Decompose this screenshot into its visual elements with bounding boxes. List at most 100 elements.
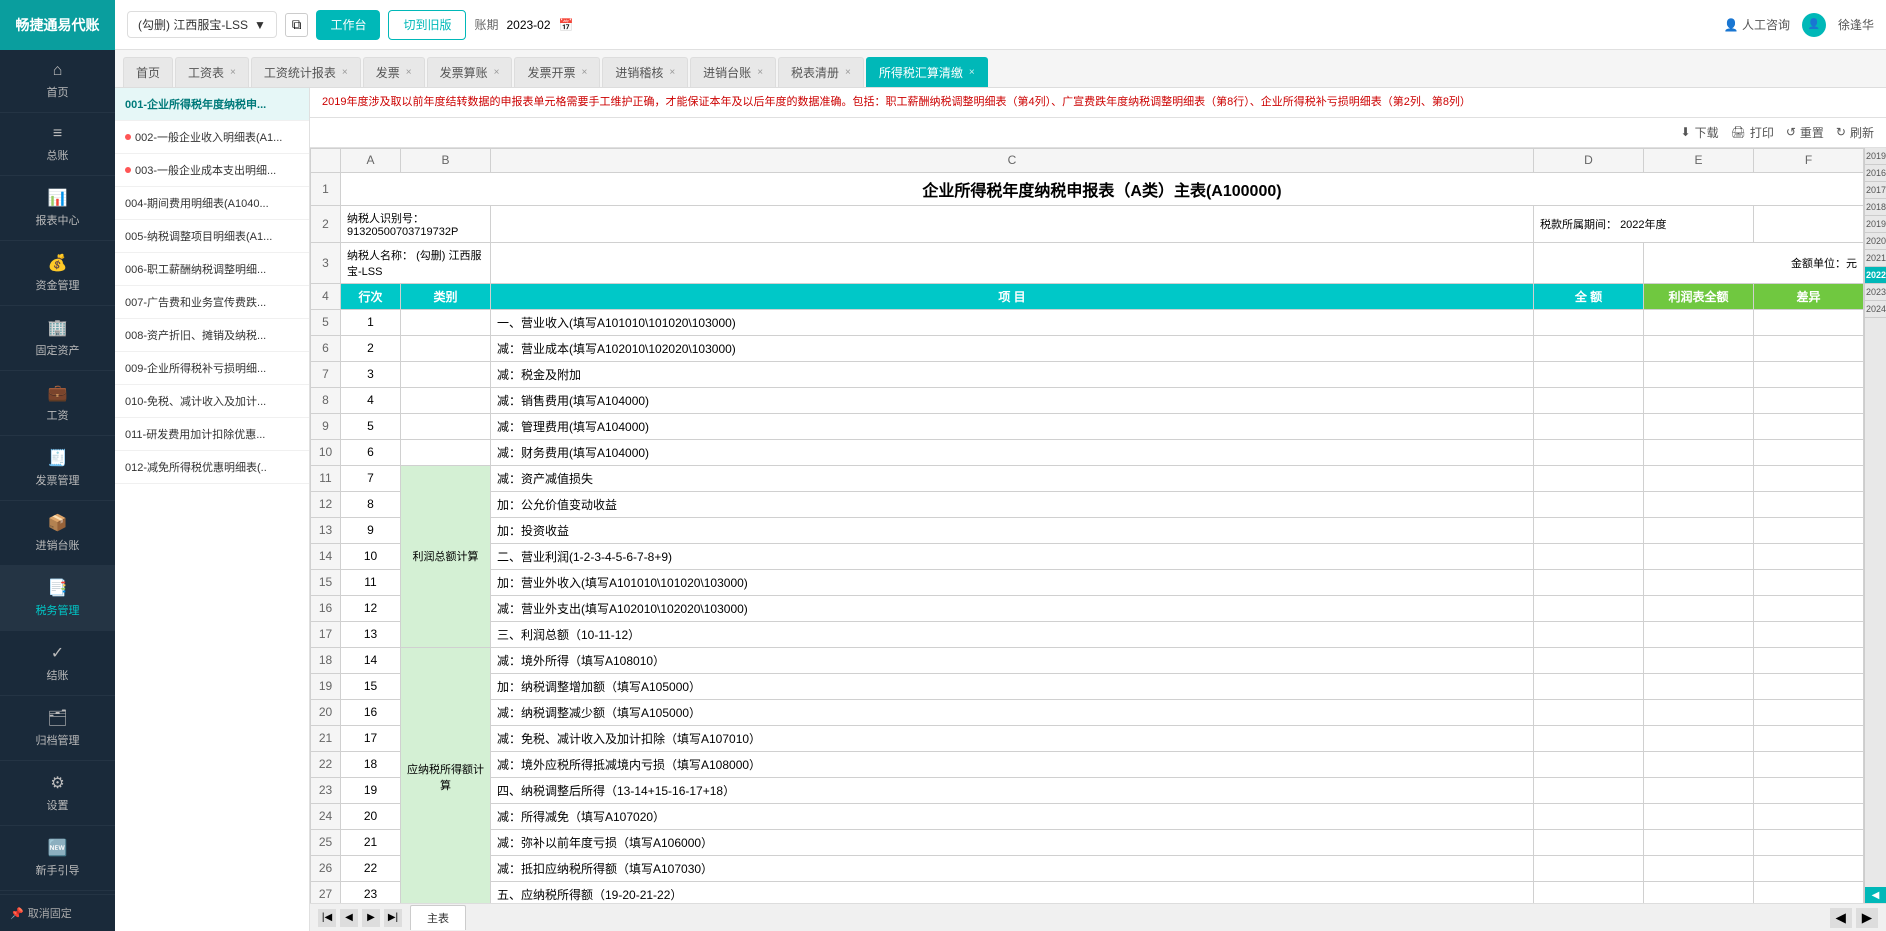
tab-invoice-close[interactable]: × [406,67,412,78]
sidebar-item-archive[interactable]: 🗂 归档管理 [0,696,115,761]
year-2024[interactable]: 2024 [1865,301,1886,318]
tab-salary-stats[interactable]: 工资统计报表 × [251,57,361,87]
expand-icon[interactable]: ◀ [1865,887,1886,903]
sheet-nav-prev[interactable]: ◀ [340,909,358,927]
home-icon: ⌂ [53,62,63,80]
sheet-nav-buttons: |◀ ◀ ▶ ▶| [318,909,402,927]
taxpayer-id-label: 纳税人识别号： 91320500703719732P [341,205,491,242]
workstation-button[interactable]: 工作台 [316,10,380,40]
spreadsheet-title: 企业所得税年度纳税申报表（A类）主表(A100000) [341,172,1864,205]
print-button[interactable]: 🖨 打印 [1731,124,1774,141]
copy-icon[interactable]: ⧉ [285,13,309,37]
year-2016[interactable]: 2016 [1865,165,1886,182]
left-panel-item-011[interactable]: 011-研发费用加计扣除优惠... [115,418,309,451]
col-header-leibie: 类别 [401,283,491,309]
left-panel-item-001[interactable]: 001-企业所得税年度纳税申... [115,88,309,121]
table-row: 8 4 减：销售费用(填写A104000) [311,387,1864,413]
calendar-icon[interactable]: 📅 [559,18,574,32]
tab-income-tax-close[interactable]: × [969,67,975,78]
table-row: 6 2 减：营业成本(填写A102010\102020\103000) [311,335,1864,361]
left-panel-item-005[interactable]: 005-纳税调整项目明细表(A1... [115,220,309,253]
sidebar-item-settings[interactable]: ⚙ 设置 [0,761,115,826]
sidebar-item-fixed-assets[interactable]: 🏢 固定资产 [0,306,115,371]
tab-stock-ledger[interactable]: 进销台账 × [690,57,776,87]
year-2019-top[interactable]: 2019 [1865,148,1886,165]
year-2023[interactable]: 2023 [1865,284,1886,301]
table-row: 12 8 加：公允价值变动收益 [311,491,1864,517]
sidebar-item-tax[interactable]: 📑 税务管理 [0,566,115,631]
left-panel-label-002: 002-一般企业收入明细表(A1... [135,129,282,145]
year-2018[interactable]: 2018 [1865,199,1886,216]
scroll-left-btn[interactable]: ◀ [1830,908,1852,928]
sheet-tab-main[interactable]: 主表 [410,905,466,930]
fixed-assets-icon: 🏢 [48,318,68,338]
sidebar-item-stock[interactable]: 📦 进销台账 [0,501,115,566]
download-button[interactable]: ⬇ 下载 [1681,124,1719,141]
switch-old-button[interactable]: 切到旧版 [388,10,466,40]
tab-stock-check-close[interactable]: × [669,67,675,78]
app-logo: 畅捷通易代账 [0,0,115,50]
tab-stock-check[interactable]: 进销稽核 × [602,57,688,87]
left-panel-item-006[interactable]: 006-职工薪酬纳税调整明细... [115,253,309,286]
username: 徐逢华 [1838,16,1874,33]
sidebar-item-reports[interactable]: 📊 报表中心 [0,176,115,241]
sidebar-item-guide[interactable]: 🆕 新手引导 [0,826,115,891]
left-panel-item-010[interactable]: 010-免税、减计收入及加计... [115,385,309,418]
tab-salary-stats-close[interactable]: × [342,67,348,78]
tab-invoice-calc[interactable]: 发票算账 × [427,57,513,87]
sidebar-footer[interactable]: 📌 取消固定 [0,894,115,931]
sidebar-item-home[interactable]: ⌂ 首页 [0,50,115,113]
sidebar-item-close[interactable]: ✓ 结账 [0,631,115,696]
scroll-right-btn[interactable]: ▶ [1856,908,1878,928]
left-panel-item-009[interactable]: 009-企业所得税补亏损明细... [115,352,309,385]
reset-icon: ↺ [1786,125,1796,139]
tab-salary[interactable]: 工资表 × [175,57,249,87]
year-2017[interactable]: 2017 [1865,182,1886,199]
tab-invoice-open[interactable]: 发票开票 × [514,57,600,87]
year-2022[interactable]: 2022 [1865,267,1886,284]
tab-invoice-calc-close[interactable]: × [494,67,500,78]
spreadsheet-wrapper[interactable]: A B C D E F [310,148,1864,904]
sheet-nav-prev-prev[interactable]: |◀ [318,909,336,927]
company-selector[interactable]: (勾删) 江西服宝-LSS ▼ [127,11,277,38]
ai-service[interactable]: 👤 人工咨询 [1724,16,1790,33]
year-2020[interactable]: 2020 [1865,233,1886,250]
tab-tax-clear-close[interactable]: × [845,67,851,78]
left-panel-item-012[interactable]: 012-减免所得税优惠明细表(.. [115,451,309,484]
year-2021[interactable]: 2021 [1865,250,1886,267]
sheet-nav-next-next[interactable]: ▶| [384,909,402,927]
tab-invoice-open-close[interactable]: × [581,67,587,78]
col-header-b: B [401,148,491,172]
reset-button[interactable]: ↺ 重置 [1786,124,1824,141]
left-panel-item-003[interactable]: 003-一般企业成本支出明细... [115,154,309,187]
left-panel-item-004[interactable]: 004-期间费用明细表(A1040... [115,187,309,220]
print-icon: 🖨 [1731,125,1746,139]
tab-invoice[interactable]: 发票 × [363,57,425,87]
year-2019[interactable]: 2019 [1865,216,1886,233]
salary-icon: 💼 [48,383,68,403]
col-header-e: E [1644,148,1754,172]
sidebar-item-salary[interactable]: 💼 工资 [0,371,115,436]
left-panel-item-008[interactable]: 008-资产折旧、摊销及纳税... [115,319,309,352]
table-row: 16 12 减：营业外支出(填写A102010\102020\103000) [311,595,1864,621]
sheet-nav-next[interactable]: ▶ [362,909,380,927]
tab-tax-clear[interactable]: 税表清册 × [778,57,864,87]
tab-stock-ledger-close[interactable]: × [757,67,763,78]
table-row: 26 22 减：抵扣应纳税所得额（填写A107030） [311,855,1864,881]
tab-salary-close[interactable]: × [230,67,236,78]
sidebar-item-fund[interactable]: 💰 资金管理 [0,241,115,306]
tab-income-tax[interactable]: 所得税汇算清缴 × [866,57,988,87]
table-row: 19 15 加：纳税调整增加额（填写A105000） [311,673,1864,699]
left-panel-item-002[interactable]: 002-一般企业收入明细表(A1... [115,121,309,154]
accounting-period-value: 2023-02 [506,18,550,32]
tab-home[interactable]: 首页 [123,57,173,87]
left-panel-item-007[interactable]: 007-广告费和业务宣传费跌... [115,286,309,319]
tab-stock-check-label: 进销稽核 [615,64,663,81]
table-row: 27 23 五、应纳税所得额（19-20-21-22） [311,881,1864,903]
refresh-icon: ↻ [1836,125,1846,139]
sidebar-item-invoice[interactable]: 🧾 发票管理 [0,436,115,501]
refresh-button[interactable]: ↻ 刷新 [1836,124,1874,141]
sidebar-item-ledger[interactable]: ≡ 总账 [0,113,115,176]
col-header-xingci: 行次 [341,283,401,309]
col-header-d: D [1534,148,1644,172]
